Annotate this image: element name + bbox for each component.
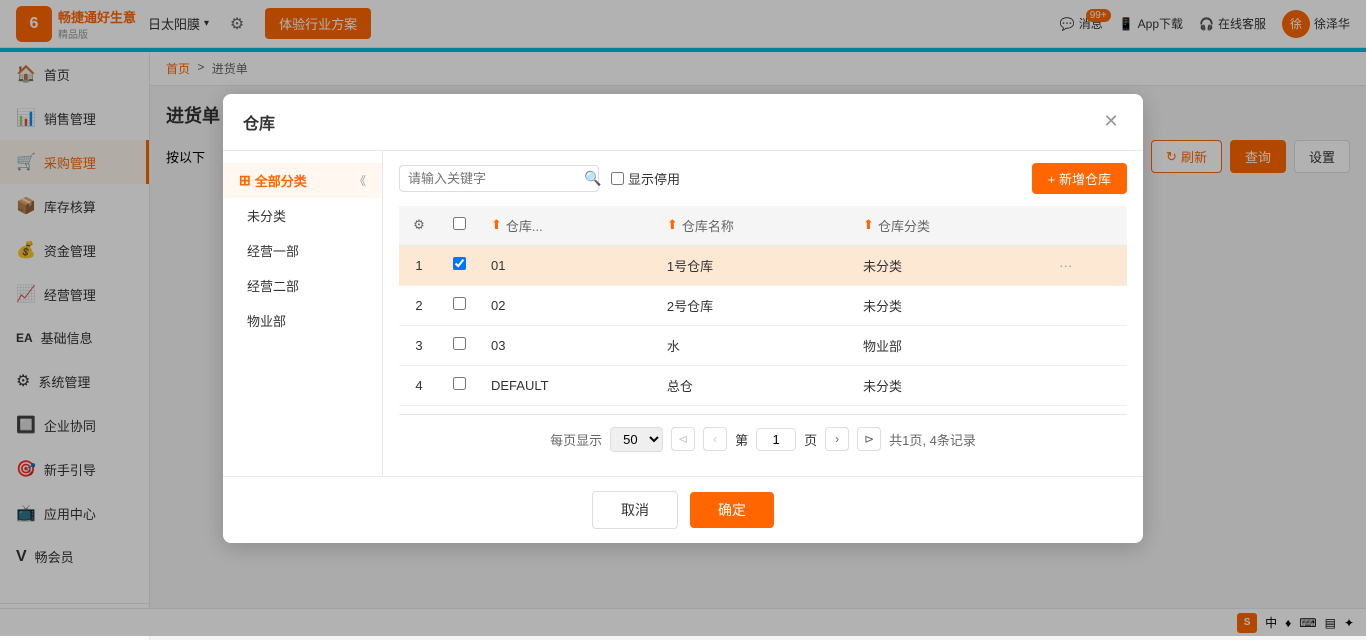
- row-code: 03: [479, 325, 655, 365]
- th-checkbox: [439, 206, 479, 246]
- table-row: 3 03 水 物业部: [399, 325, 1127, 365]
- row-no: 3: [399, 325, 439, 365]
- modal-overlay: 仓库 ✕ ⊞ 全部分类 《 未分类 经营一部 经营二部 物业部: [0, 0, 1366, 636]
- per-page-label: 每页显示: [550, 430, 602, 449]
- th-gear: ⚙: [399, 206, 439, 246]
- last-page-button[interactable]: ⊳: [857, 427, 881, 451]
- row-checkbox[interactable]: [439, 325, 479, 365]
- more-icon[interactable]: ···: [1059, 258, 1072, 273]
- category-item-dept2[interactable]: 经营二部: [223, 268, 382, 303]
- category-sidebar: ⊞ 全部分类 《 未分类 经营一部 经营二部 物业部: [223, 151, 383, 476]
- row-code: 02: [479, 285, 655, 325]
- search-input[interactable]: [408, 171, 584, 186]
- category-item-dept1[interactable]: 经营一部: [223, 233, 382, 268]
- show-disabled-toggle[interactable]: 显示停用: [611, 169, 680, 188]
- collapse-icon[interactable]: 《: [354, 172, 366, 189]
- sort-icon-code: ⬆: [491, 217, 502, 233]
- table-header-row: ⚙ ⬆ 仓库... ⬆: [399, 206, 1127, 246]
- cancel-button[interactable]: 取消: [592, 491, 678, 529]
- th-code: ⬆ 仓库...: [479, 206, 655, 246]
- th-sort-code: ⬆ 仓库...: [491, 216, 643, 235]
- category-all-header[interactable]: ⊞ 全部分类 《: [223, 163, 382, 198]
- row-checkbox[interactable]: [439, 365, 479, 405]
- sort-icon-category: ⬆: [863, 217, 874, 233]
- th-sort-category: ⬆ 仓库分类: [863, 216, 1035, 235]
- table-header: ⚙ ⬆ 仓库... ⬆: [399, 206, 1127, 246]
- show-disabled-label: 显示停用: [628, 169, 680, 188]
- row-no: 4: [399, 365, 439, 405]
- show-disabled-checkbox[interactable]: [611, 172, 624, 185]
- row-checkbox[interactable]: [439, 285, 479, 325]
- row-category: 未分类: [851, 285, 1047, 325]
- table-body: 1 01 1号仓库 未分类 ··· 2 02 2: [399, 245, 1127, 405]
- th-category: ⬆ 仓库分类: [851, 206, 1047, 246]
- row-more[interactable]: ···: [1047, 245, 1127, 285]
- pagination: 每页显示 50 ⊲ ‹ 第 页 › ⊳ 共1页, 4条记录: [399, 414, 1127, 464]
- dialog-toolbar: 🔍 显示停用 + 新增仓库: [399, 163, 1127, 194]
- row-no: 2: [399, 285, 439, 325]
- row-checkbox[interactable]: [439, 245, 479, 285]
- row-name: 1号仓库: [655, 245, 851, 285]
- first-page-button[interactable]: ⊲: [671, 427, 695, 451]
- select-all-checkbox[interactable]: [453, 217, 466, 230]
- next-page-button[interactable]: ›: [825, 427, 849, 451]
- dialog-title: 仓库: [243, 110, 275, 134]
- add-warehouse-button[interactable]: + 新增仓库: [1032, 163, 1127, 194]
- search-icon: 🔍: [584, 170, 601, 187]
- th-actions: [1047, 206, 1127, 246]
- dialog-footer: 取消 确定: [223, 476, 1143, 543]
- category-item-uncategorized[interactable]: 未分类: [223, 198, 382, 233]
- row-category: 物业部: [851, 325, 1047, 365]
- row-no: 1: [399, 245, 439, 285]
- warehouse-dialog: 仓库 ✕ ⊞ 全部分类 《 未分类 经营一部 经营二部 物业部: [223, 94, 1143, 543]
- row-more[interactable]: [1047, 285, 1127, 325]
- per-page-select[interactable]: 50: [610, 427, 663, 452]
- row-name: 总仓: [655, 365, 851, 405]
- row-more[interactable]: [1047, 365, 1127, 405]
- search-box: 🔍: [399, 165, 599, 192]
- total-info: 共1页, 4条记录: [889, 430, 976, 449]
- page-unit: 页: [804, 430, 817, 449]
- add-warehouse-area: + 新增仓库: [1032, 163, 1127, 194]
- row-name: 2号仓库: [655, 285, 851, 325]
- th-sort-name: ⬆ 仓库名称: [667, 216, 839, 235]
- dialog-header: 仓库 ✕: [223, 94, 1143, 151]
- th-name: ⬆ 仓库名称: [655, 206, 851, 246]
- row-code: 01: [479, 245, 655, 285]
- warehouse-table: ⚙ ⬆ 仓库... ⬆: [399, 206, 1127, 406]
- row-category: 未分类: [851, 365, 1047, 405]
- dialog-main: 🔍 显示停用 + 新增仓库 ⚙: [383, 151, 1143, 476]
- table-row: 1 01 1号仓库 未分类 ···: [399, 245, 1127, 285]
- warehouse-table-element: ⚙ ⬆ 仓库... ⬆: [399, 206, 1127, 406]
- table-row: 4 DEFAULT 总仓 未分类: [399, 365, 1127, 405]
- row-more[interactable]: [1047, 325, 1127, 365]
- page-label: 第: [735, 430, 748, 449]
- row-name: 水: [655, 325, 851, 365]
- grid-icon: ⊞: [239, 172, 251, 189]
- confirm-button[interactable]: 确定: [690, 492, 774, 528]
- category-all-label: ⊞ 全部分类: [239, 171, 307, 190]
- dialog-body: ⊞ 全部分类 《 未分类 经营一部 经营二部 物业部 🔍: [223, 151, 1143, 476]
- row-code: DEFAULT: [479, 365, 655, 405]
- prev-page-button[interactable]: ‹: [703, 427, 727, 451]
- sort-icon-name: ⬆: [667, 217, 678, 233]
- row-category: 未分类: [851, 245, 1047, 285]
- dialog-close-button[interactable]: ✕: [1099, 110, 1123, 134]
- category-item-property[interactable]: 物业部: [223, 303, 382, 338]
- page-input[interactable]: [756, 428, 796, 451]
- table-row: 2 02 2号仓库 未分类: [399, 285, 1127, 325]
